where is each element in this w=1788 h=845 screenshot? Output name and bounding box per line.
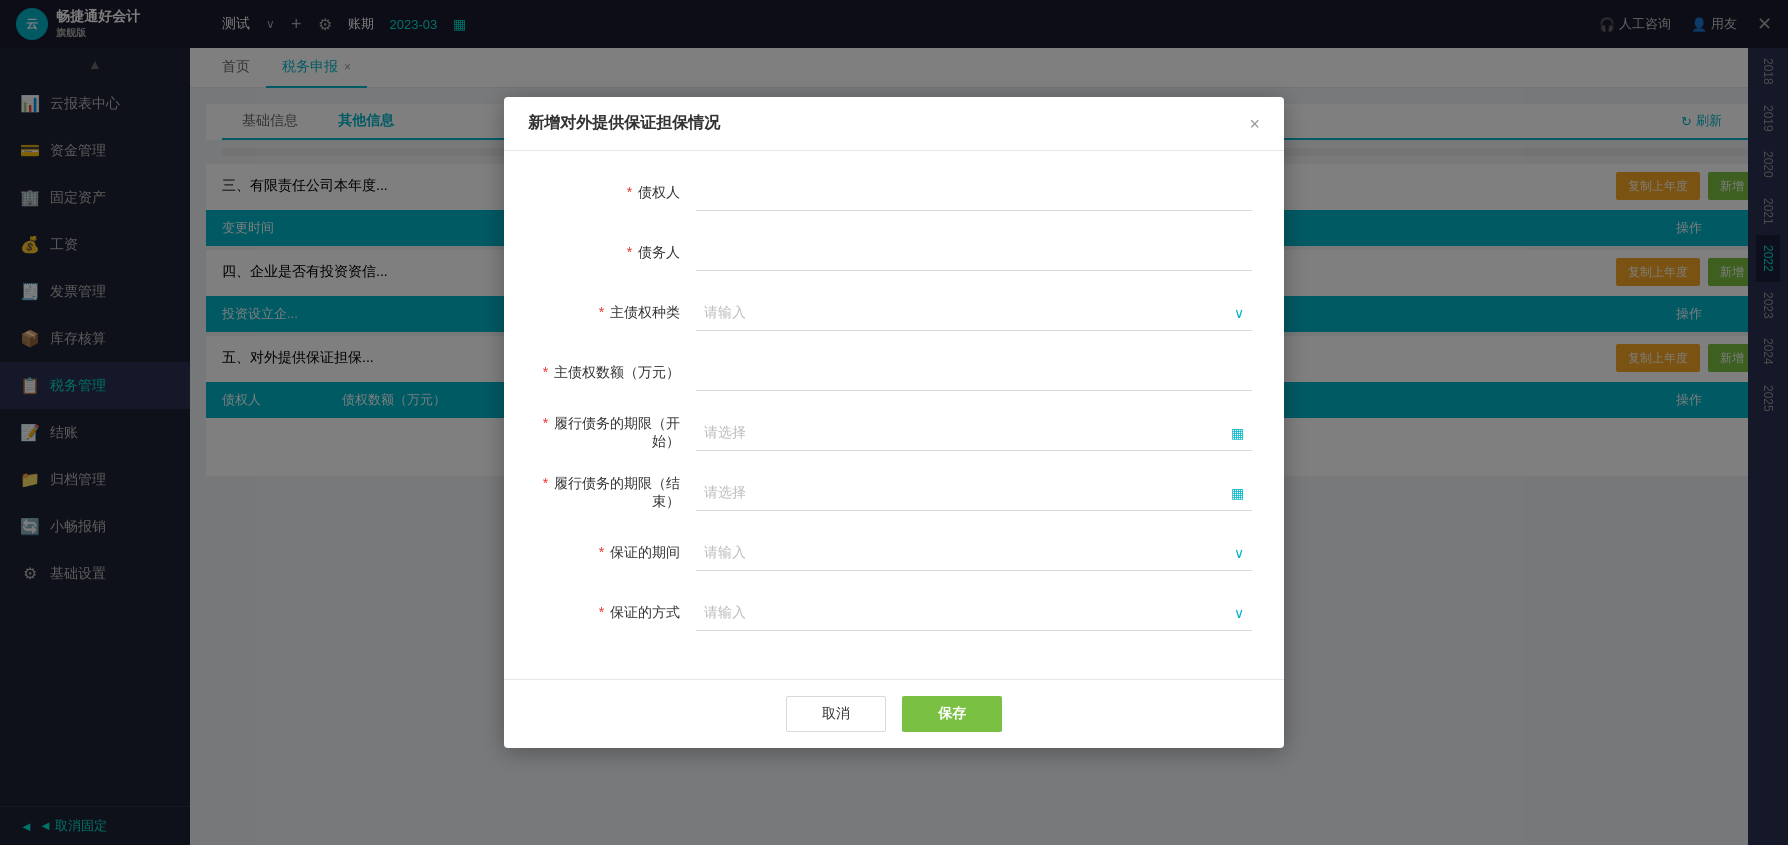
cancel-button[interactable]: 取消 (786, 696, 886, 732)
modal-dialog: 新增对外提供保证担保情况 × * 债权人 * 债务人 (504, 97, 1284, 748)
guarantee-period-label: * 保证的期间 (536, 544, 696, 562)
modal-header: 新增对外提供保证担保情况 × (504, 97, 1284, 151)
required-star-3: * (599, 304, 604, 320)
guarantee-period-arrow-icon: ∨ (1234, 545, 1244, 561)
required-star-6: * (543, 475, 548, 491)
perform-start-date[interactable]: 请选择 ▦ (696, 415, 1252, 451)
modal-body: * 债权人 * 债务人 * 主债权种类 请输入 (504, 151, 1284, 679)
guarantee-method-label: * 保证的方式 (536, 604, 696, 622)
required-star-7: * (599, 544, 604, 560)
guarantee-method-arrow-icon: ∨ (1234, 605, 1244, 621)
required-star-4: * (543, 364, 548, 380)
claim-type-placeholder: 请输入 (704, 304, 1234, 322)
required-star-8: * (599, 604, 604, 620)
form-row-perform-end: * 履行债务的期限（结束） 请选择 ▦ (536, 475, 1252, 511)
claim-type-select[interactable]: 请输入 ∨ (696, 295, 1252, 331)
modal-footer: 取消 保存 (504, 679, 1284, 748)
calendar-end-icon: ▦ (1231, 485, 1244, 501)
debtor-label: * 债务人 (536, 244, 696, 262)
guarantee-period-placeholder: 请输入 (704, 544, 1234, 562)
guarantee-method-placeholder: 请输入 (704, 604, 1234, 622)
claim-amount-label: * 主债权数额（万元） (536, 364, 696, 382)
calendar-start-icon: ▦ (1231, 425, 1244, 441)
claim-amount-input[interactable] (696, 355, 1252, 391)
perform-start-placeholder: 请选择 (704, 424, 1231, 442)
form-row-guarantee-period: * 保证的期间 请输入 ∨ (536, 535, 1252, 571)
guarantee-period-select[interactable]: 请输入 ∨ (696, 535, 1252, 571)
save-button[interactable]: 保存 (902, 696, 1002, 732)
required-star: * (627, 184, 632, 200)
perform-end-date[interactable]: 请选择 ▦ (696, 475, 1252, 511)
debtor-input[interactable] (696, 235, 1252, 271)
required-star-2: * (627, 244, 632, 260)
form-row-guarantee-method: * 保证的方式 请输入 ∨ (536, 595, 1252, 631)
modal-title: 新增对外提供保证担保情况 (528, 113, 720, 134)
form-row-creditor: * 债权人 (536, 175, 1252, 211)
form-row-claim-type: * 主债权种类 请输入 ∨ (536, 295, 1252, 331)
modal-close-button[interactable]: × (1249, 115, 1260, 133)
guarantee-method-select[interactable]: 请输入 ∨ (696, 595, 1252, 631)
form-row-perform-start: * 履行债务的期限（开始） 请选择 ▦ (536, 415, 1252, 451)
perform-end-label: * 履行债务的期限（结束） (536, 475, 696, 511)
creditor-input[interactable] (696, 175, 1252, 211)
claim-type-label: * 主债权种类 (536, 304, 696, 322)
form-row-claim-amount: * 主债权数额（万元） (536, 355, 1252, 391)
form-row-debtor: * 债务人 (536, 235, 1252, 271)
perform-end-placeholder: 请选择 (704, 484, 1231, 502)
modal-overlay: 新增对外提供保证担保情况 × * 债权人 * 债务人 (0, 0, 1788, 845)
claim-type-arrow-icon: ∨ (1234, 305, 1244, 321)
creditor-label: * 债权人 (536, 184, 696, 202)
required-star-5: * (543, 415, 548, 431)
perform-start-label: * 履行债务的期限（开始） (536, 415, 696, 451)
